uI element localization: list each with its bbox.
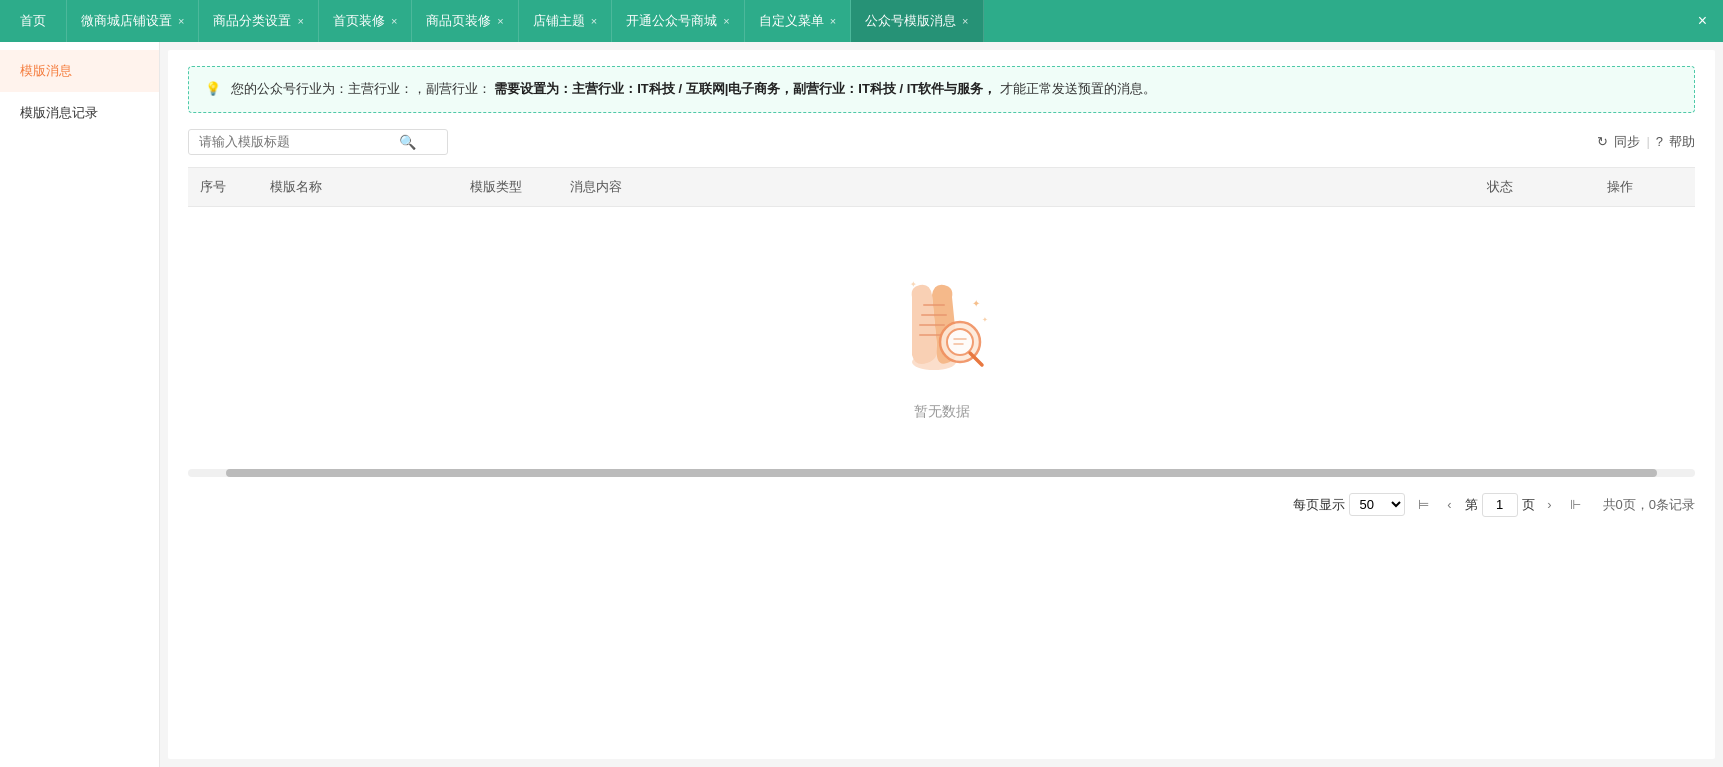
empty-state-text: 暂无数据 <box>914 403 970 421</box>
total-text: 共0页，0条记录 <box>1603 496 1695 514</box>
nav-tab-home[interactable]: 首页 <box>0 0 67 42</box>
empty-state-row: ✦ ✦ ✦ 暂无数据 <box>188 206 1695 461</box>
nav-tab-theme[interactable]: 店铺主题 × <box>519 0 612 42</box>
help-icon: ? <box>1656 134 1663 149</box>
nav-tab-product-decor-label: 商品页装修 <box>426 12 491 30</box>
nav-tab-template-msg-label: 公众号模版消息 <box>865 12 956 30</box>
nav-tab-category-label: 商品分类设置 <box>213 12 291 30</box>
nav-tab-shop-settings-close[interactable]: × <box>178 15 184 27</box>
nav-tab-template-msg-close[interactable]: × <box>962 15 968 27</box>
nav-tab-home-decor-label: 首页装修 <box>333 12 385 30</box>
nav-tab-product-decor-close[interactable]: × <box>497 15 503 27</box>
search-input-wrapper: 🔍 <box>188 129 448 155</box>
top-navigation: 首页 微商城店铺设置 × 商品分类设置 × 首页装修 × 商品页装修 × 店铺主… <box>0 0 1723 42</box>
horizontal-scrollbar[interactable] <box>188 469 1695 477</box>
sync-label[interactable]: 同步 <box>1614 133 1640 151</box>
col-header-action: 操作 <box>1595 167 1695 206</box>
data-table: 序号 模版名称 模版类型 消息内容 状态 操作 <box>188 167 1695 461</box>
sidebar: 模版消息 模版消息记录 <box>0 42 160 767</box>
current-page-input[interactable] <box>1482 493 1518 517</box>
col-header-name: 模版名称 <box>258 167 458 206</box>
svg-text:✦: ✦ <box>972 298 980 309</box>
toolbar-divider: | <box>1646 134 1649 149</box>
per-page-select: 每页显示 10 20 50 100 <box>1293 493 1405 516</box>
scroll-thumb[interactable] <box>226 469 1658 477</box>
nav-tab-custom-menu-close[interactable]: × <box>830 15 836 27</box>
page-navigation: ⊨ ‹ 第 页 › ⊩ <box>1413 493 1587 517</box>
notice-bulb-icon: 💡 <box>205 81 221 96</box>
nav-tab-theme-close[interactable]: × <box>591 15 597 27</box>
col-header-content: 消息内容 <box>558 167 1475 206</box>
pagination: 每页显示 10 20 50 100 ⊨ ‹ 第 页 › ⊩ 共0页，0条记录 <box>188 485 1695 525</box>
sync-icon: ↻ <box>1597 134 1608 149</box>
empty-state: ✦ ✦ ✦ 暂无数据 <box>188 207 1695 461</box>
sidebar-item-template-msg-record-label: 模版消息记录 <box>20 105 98 120</box>
col-header-index: 序号 <box>188 167 258 206</box>
nav-tab-shop-settings[interactable]: 微商城店铺设置 × <box>67 0 199 42</box>
sidebar-item-template-msg[interactable]: 模版消息 <box>0 50 159 92</box>
nav-tab-theme-label: 店铺主题 <box>533 12 585 30</box>
page-unit: 页 <box>1522 496 1535 514</box>
col-header-status: 状态 <box>1475 167 1595 206</box>
toolbar-right: ↻ 同步 | ? 帮助 <box>1597 133 1695 151</box>
notice-suffix-text: 才能正常发送预置的消息。 <box>1000 81 1156 96</box>
page-label: 第 <box>1465 496 1478 514</box>
last-page-button[interactable]: ⊩ <box>1565 494 1587 516</box>
nav-tab-template-msg[interactable]: 公众号模版消息 × <box>851 0 983 42</box>
help-label[interactable]: 帮助 <box>1669 133 1695 151</box>
notice-prefix-text: 您的公众号行业为：主营行业：，副营行业： <box>231 81 491 96</box>
nav-tab-custom-menu-label: 自定义菜单 <box>759 12 824 30</box>
close-all-button[interactable]: × <box>1682 12 1723 30</box>
nav-tab-open-mall[interactable]: 开通公众号商城 × <box>612 0 744 42</box>
nav-tab-custom-menu[interactable]: 自定义菜单 × <box>745 0 851 42</box>
svg-point-6 <box>947 329 973 355</box>
nav-tab-category[interactable]: 商品分类设置 × <box>199 0 318 42</box>
nav-tab-open-mall-label: 开通公众号商城 <box>626 12 717 30</box>
per-page-label: 每页显示 <box>1293 496 1345 514</box>
notice-highlight-text: 需要设置为：主营行业：IT科技 / 互联网|电子商务，副营行业：IT科技 / I… <box>494 81 996 96</box>
first-page-button[interactable]: ⊨ <box>1413 494 1435 516</box>
nav-tab-category-close[interactable]: × <box>297 15 303 27</box>
table-header-row: 序号 模版名称 模版类型 消息内容 状态 操作 <box>188 167 1695 206</box>
nav-tab-open-mall-close[interactable]: × <box>723 15 729 27</box>
prev-page-button[interactable]: ‹ <box>1439 494 1461 516</box>
col-header-type: 模版类型 <box>458 167 558 206</box>
nav-tab-home-decor[interactable]: 首页装修 × <box>319 0 412 42</box>
main-layout: 模版消息 模版消息记录 💡 您的公众号行业为：主营行业：，副营行业： 需要设置为… <box>0 42 1723 767</box>
empty-state-icon: ✦ ✦ ✦ <box>882 267 1002 387</box>
nav-tab-home-decor-close[interactable]: × <box>391 15 397 27</box>
search-icon[interactable]: 🔍 <box>399 134 416 150</box>
search-bar: 🔍 ↻ 同步 | ? 帮助 <box>188 129 1695 155</box>
sidebar-item-template-msg-label: 模版消息 <box>20 63 72 78</box>
search-input[interactable] <box>199 134 399 149</box>
notice-box: 💡 您的公众号行业为：主营行业：，副营行业： 需要设置为：主营行业：IT科技 /… <box>188 66 1695 113</box>
sidebar-item-template-msg-record[interactable]: 模版消息记录 <box>0 92 159 134</box>
svg-text:✦: ✦ <box>982 316 988 323</box>
nav-tab-shop-settings-label: 微商城店铺设置 <box>81 12 172 30</box>
per-page-dropdown[interactable]: 10 20 50 100 <box>1349 493 1405 516</box>
content-area: 💡 您的公众号行业为：主营行业：，副营行业： 需要设置为：主营行业：IT科技 /… <box>168 50 1715 759</box>
next-page-button[interactable]: › <box>1539 494 1561 516</box>
svg-text:✦: ✦ <box>910 280 917 289</box>
nav-tab-home-label: 首页 <box>20 12 46 30</box>
nav-tab-product-decor[interactable]: 商品页装修 × <box>412 0 518 42</box>
